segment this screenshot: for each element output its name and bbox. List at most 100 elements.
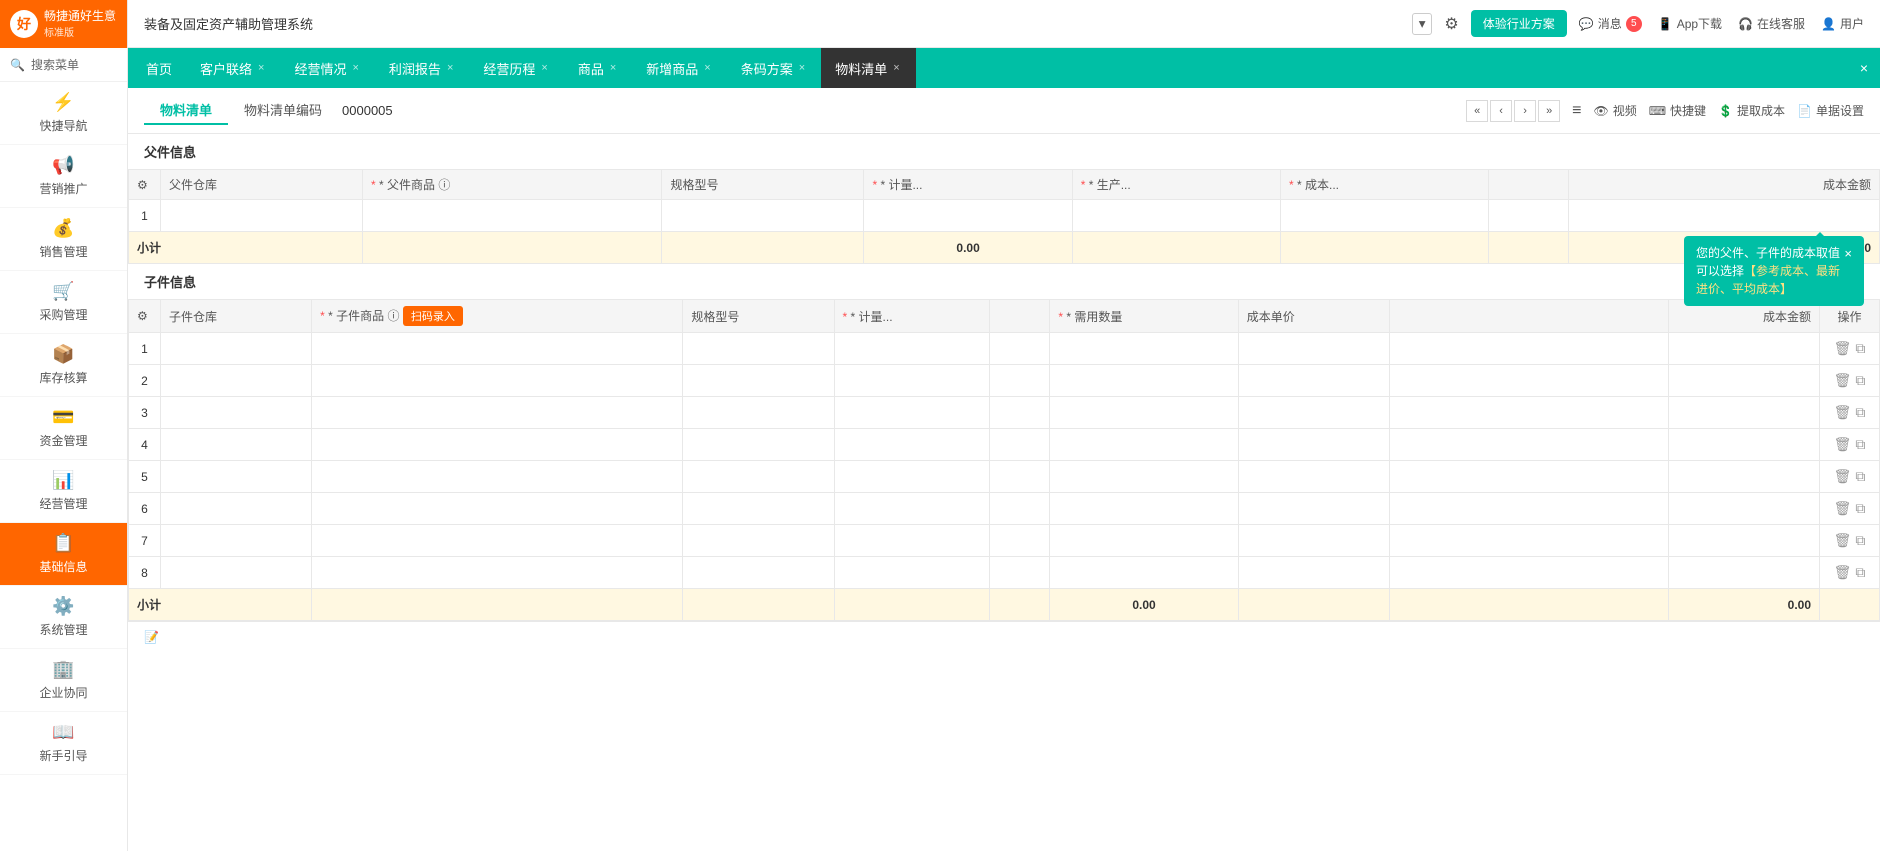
parent-cell-goods[interactable] — [363, 200, 662, 232]
child-cell-warehouse[interactable] — [161, 493, 312, 525]
sidebar-item-sales[interactable]: 💰 销售管理 — [0, 208, 127, 271]
online-service-action[interactable]: 🎧 在线客服 — [1738, 15, 1805, 32]
child-cell-warehouse[interactable] — [161, 429, 312, 461]
scan-button[interactable]: 扫码录入 — [403, 306, 463, 326]
parent-th-gear[interactable]: ⚙ — [129, 170, 161, 200]
child-cell-spec[interactable] — [683, 557, 834, 589]
experience-button[interactable]: 体验行业方案 — [1471, 10, 1567, 37]
child-cell-unit-price[interactable] — [1238, 365, 1389, 397]
parent-cell-unit[interactable] — [864, 200, 1072, 232]
tab-barcode-close[interactable]: × — [797, 60, 807, 76]
child-cell-unit[interactable] — [834, 525, 990, 557]
tab-customer[interactable]: 客户联络 × — [186, 48, 280, 88]
copy-icon[interactable]: ⧉ — [1855, 468, 1865, 485]
action-cost[interactable]: 💲 提取成本 — [1718, 102, 1785, 119]
tab-operation-history-close[interactable]: × — [539, 60, 549, 76]
child-cell-spec[interactable] — [683, 365, 834, 397]
sidebar-item-guide[interactable]: 📖 新手引导 — [0, 712, 127, 775]
child-cell-unit[interactable] — [834, 365, 990, 397]
child-cell-goods[interactable] — [312, 493, 683, 525]
tab-profit[interactable]: 利润报告 × — [375, 48, 469, 88]
tab-bom-close[interactable]: × — [891, 60, 901, 76]
child-cell-unit-price[interactable] — [1238, 333, 1389, 365]
copy-icon[interactable]: ⧉ — [1855, 436, 1865, 453]
parent-cell-spec[interactable] — [662, 200, 864, 232]
child-cell-warehouse[interactable] — [161, 461, 312, 493]
parent-cell-warehouse[interactable] — [161, 200, 363, 232]
sidebar-item-enterprise[interactable]: 🏢 企业协同 — [0, 649, 127, 712]
child-cell-goods[interactable] — [312, 461, 683, 493]
gear-button[interactable]: ⚙ — [1444, 14, 1458, 34]
delete-icon[interactable]: 🗑 — [1834, 372, 1852, 389]
close-all-tabs[interactable]: × — [1852, 60, 1876, 76]
delete-icon[interactable]: 🗑 — [1834, 404, 1852, 421]
dropdown-arrow-button[interactable]: ▾ — [1412, 13, 1433, 35]
child-cell-unit-price[interactable] — [1238, 557, 1389, 589]
sidebar-item-operation[interactable]: 📊 经营管理 — [0, 460, 127, 523]
copy-icon[interactable]: ⧉ — [1855, 404, 1865, 421]
delete-icon[interactable]: 🗑 — [1834, 436, 1852, 453]
child-cell-spec[interactable] — [683, 397, 834, 429]
sidebar-search[interactable]: 🔍 搜索菜单 — [0, 48, 127, 82]
child-cell-qty[interactable] — [1050, 461, 1238, 493]
app-download-action[interactable]: 📱 App下载 — [1658, 15, 1722, 32]
child-cell-goods[interactable] — [312, 429, 683, 461]
delete-icon[interactable]: 🗑 — [1834, 468, 1852, 485]
child-cell-warehouse[interactable] — [161, 397, 312, 429]
action-view[interactable]: 👁 视频 — [1593, 102, 1636, 119]
child-cell-warehouse[interactable] — [161, 333, 312, 365]
child-cell-spec[interactable] — [683, 525, 834, 557]
copy-icon[interactable]: ⧉ — [1855, 500, 1865, 517]
sidebar-item-finance[interactable]: 💳 资金管理 — [0, 397, 127, 460]
delete-icon[interactable]: 🗑 — [1834, 532, 1852, 549]
child-cell-goods[interactable] — [312, 333, 683, 365]
tab-profit-close[interactable]: × — [445, 60, 455, 76]
delete-icon[interactable]: 🗑 — [1834, 340, 1852, 357]
child-cell-qty[interactable] — [1050, 365, 1238, 397]
nav-prev-prev[interactable]: « — [1466, 100, 1488, 122]
child-cell-goods[interactable] — [312, 365, 683, 397]
child-cell-qty[interactable] — [1050, 429, 1238, 461]
child-cell-warehouse[interactable] — [161, 557, 312, 589]
copy-icon[interactable]: ⧉ — [1855, 372, 1865, 389]
action-shortcut[interactable]: ⌨ 快捷键 — [1649, 102, 1706, 119]
child-cell-warehouse[interactable] — [161, 525, 312, 557]
child-cell-unit-price[interactable] — [1238, 493, 1389, 525]
child-cell-unit[interactable] — [834, 333, 990, 365]
copy-icon[interactable]: ⧉ — [1855, 532, 1865, 549]
child-cell-unit-price[interactable] — [1238, 461, 1389, 493]
delete-icon[interactable]: 🗑 — [1834, 500, 1852, 517]
child-cell-unit-price[interactable] — [1238, 397, 1389, 429]
child-th-gear[interactable]: ⚙ — [129, 300, 161, 333]
delete-icon[interactable]: 🗑 — [1834, 564, 1852, 581]
tab-bom[interactable]: 物料清单 × — [821, 48, 915, 88]
sidebar-item-quick-nav[interactable]: ⚡ 快捷导航 — [0, 82, 127, 145]
child-cell-qty[interactable] — [1050, 525, 1238, 557]
child-cell-unit-price[interactable] — [1238, 429, 1389, 461]
tab-new-goods-close[interactable]: × — [702, 60, 712, 76]
child-cell-qty[interactable] — [1050, 333, 1238, 365]
child-cell-goods[interactable] — [312, 525, 683, 557]
menu-icon[interactable]: ≡ — [1572, 102, 1581, 120]
child-cell-qty[interactable] — [1050, 557, 1238, 589]
sub-tab-bom[interactable]: 物料清单 — [144, 96, 228, 125]
child-cell-spec[interactable] — [683, 333, 834, 365]
child-cell-unit[interactable] — [834, 429, 990, 461]
child-cell-goods[interactable] — [312, 397, 683, 429]
child-cell-spec[interactable] — [683, 493, 834, 525]
tab-barcode[interactable]: 条码方案 × — [727, 48, 821, 88]
child-cell-unit-price[interactable] — [1238, 525, 1389, 557]
child-cell-unit[interactable] — [834, 461, 990, 493]
child-cell-unit[interactable] — [834, 493, 990, 525]
child-cell-qty[interactable] — [1050, 397, 1238, 429]
tooltip-close-btn[interactable]: × — [1844, 244, 1852, 264]
sidebar-item-inventory[interactable]: 📦 库存核算 — [0, 334, 127, 397]
sidebar-item-basic-info[interactable]: 📋 基础信息 — [0, 523, 127, 586]
child-cell-unit[interactable] — [834, 557, 990, 589]
tab-goods[interactable]: 商品 × — [564, 48, 632, 88]
tab-operation-status[interactable]: 经营情况 × — [280, 48, 374, 88]
nav-next[interactable]: › — [1514, 100, 1536, 122]
child-cell-unit[interactable] — [834, 397, 990, 429]
tab-new-goods[interactable]: 新增商品 × — [632, 48, 726, 88]
parent-cell-produce[interactable] — [1072, 200, 1280, 232]
